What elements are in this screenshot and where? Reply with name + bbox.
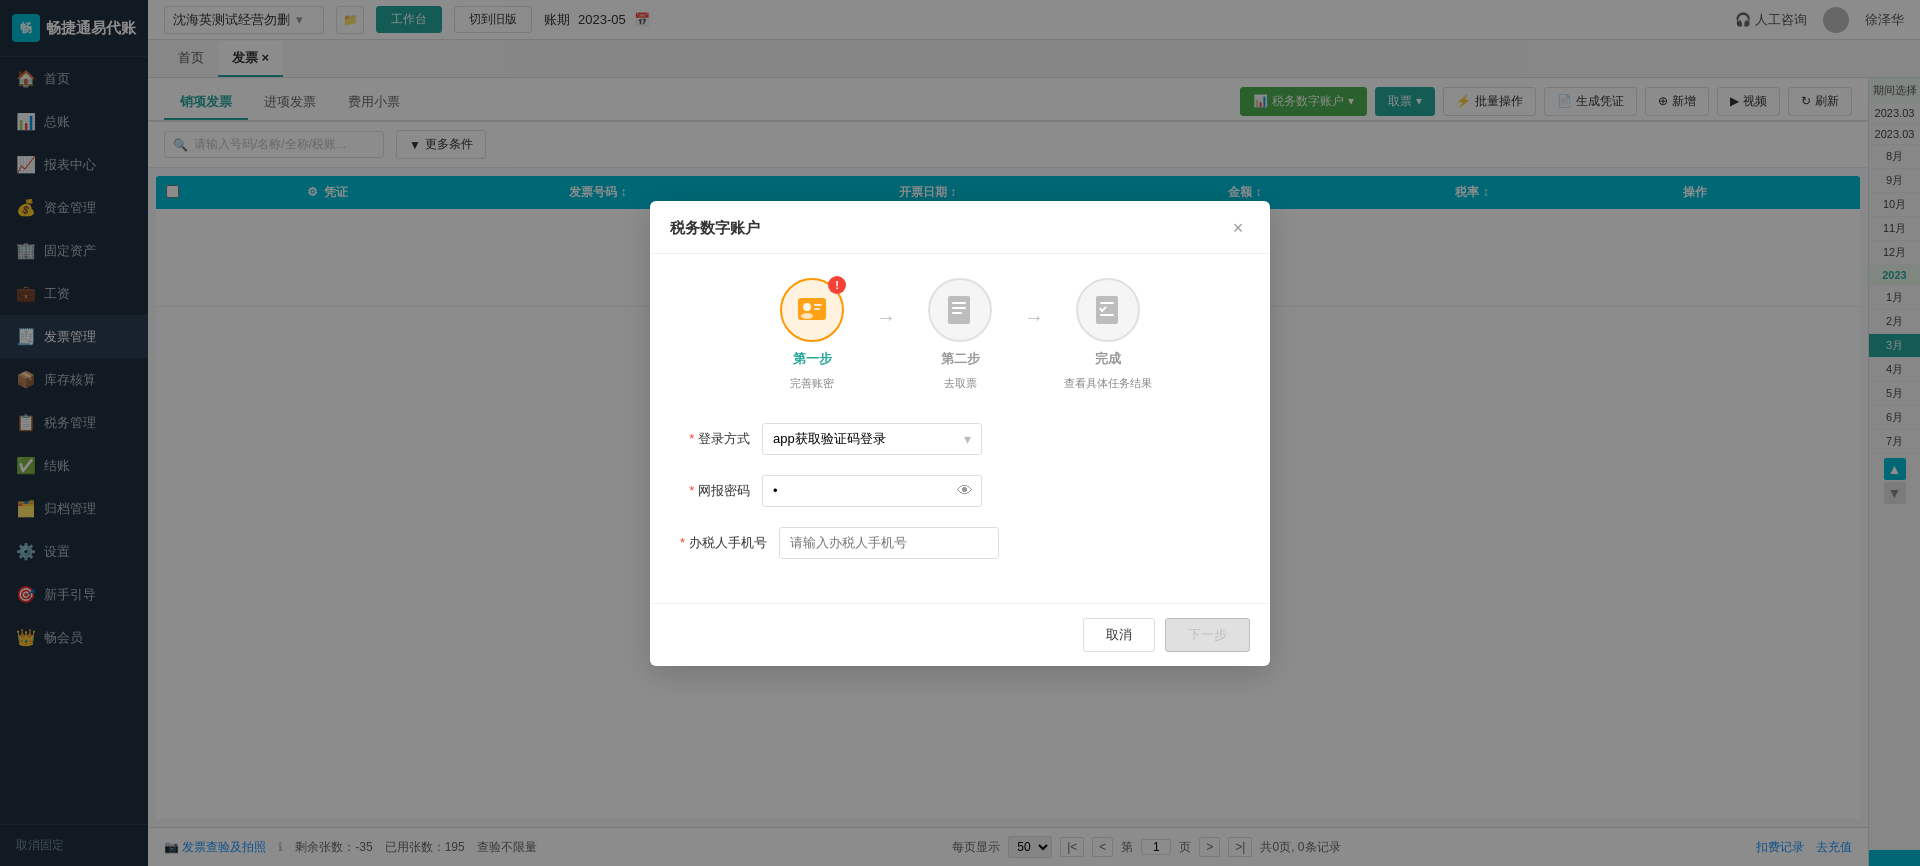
svg-rect-7 <box>952 307 966 309</box>
modal-overlay[interactable]: 税务数字账户 × ! <box>0 0 1920 866</box>
checklist-icon <box>1090 292 1126 328</box>
svg-rect-3 <box>814 308 820 310</box>
login-method-select[interactable]: app获取验证码登录 ▾ <box>762 423 982 455</box>
modal-body: ! 第一步 完善账密 → <box>650 254 1270 603</box>
svg-rect-5 <box>948 296 970 324</box>
modal-header: 税务数字账户 × <box>650 201 1270 254</box>
login-method-label: * 登录方式 <box>680 430 750 448</box>
svg-rect-11 <box>1100 314 1114 316</box>
modal-title: 税务数字账户 <box>670 219 760 238</box>
step-3: 完成 查看具体任务结果 <box>1048 278 1168 391</box>
phone-field-wrap <box>779 527 999 559</box>
svg-rect-6 <box>952 302 966 304</box>
step-2-label: 第二步 <box>941 350 980 368</box>
next-step-button[interactable]: 下一步 <box>1165 618 1250 652</box>
modal-close-btn[interactable]: × <box>1226 217 1250 241</box>
step-3-sublabel: 查看具体任务结果 <box>1064 376 1152 391</box>
step-2-sublabel: 去取票 <box>944 376 977 391</box>
phone-input[interactable] <box>790 535 988 550</box>
password-field-wrap: 👁 <box>762 475 982 507</box>
svg-rect-10 <box>1100 302 1114 304</box>
tax-digital-modal: 税务数字账户 × ! <box>650 201 1270 666</box>
person-card-icon <box>794 292 830 328</box>
step-1: ! 第一步 完善账密 <box>752 278 872 391</box>
login-method-row: * 登录方式 app获取验证码登录 ▾ <box>680 423 1240 455</box>
step-2-icon <box>928 278 992 342</box>
step-1-badge: ! <box>828 276 846 294</box>
steps-row: ! 第一步 完善账密 → <box>680 278 1240 391</box>
svg-point-1 <box>803 303 811 311</box>
document-icon <box>942 292 978 328</box>
svg-point-4 <box>801 313 813 319</box>
password-toggle-icon[interactable]: 👁 <box>957 482 973 500</box>
step-1-icon: ! <box>780 278 844 342</box>
step-connector-2: → <box>1020 278 1048 329</box>
phone-row: * 办税人手机号 <box>680 527 1240 559</box>
step-connector-1: → <box>872 278 900 329</box>
step-3-label: 完成 <box>1095 350 1121 368</box>
svg-rect-8 <box>952 312 962 314</box>
step-2: 第二步 去取票 <box>900 278 1020 391</box>
cancel-button[interactable]: 取消 <box>1083 618 1155 652</box>
svg-rect-9 <box>1096 296 1118 324</box>
password-label: * 网报密码 <box>680 482 750 500</box>
step-3-icon <box>1076 278 1140 342</box>
step-1-label: 第一步 <box>793 350 832 368</box>
step-1-sublabel: 完善账密 <box>790 376 834 391</box>
password-row: * 网报密码 👁 <box>680 475 1240 507</box>
phone-label: * 办税人手机号 <box>680 534 767 552</box>
select-arrow-icon: ▾ <box>964 431 971 447</box>
svg-rect-2 <box>814 304 822 306</box>
login-method-value: app获取验证码登录 <box>773 430 886 448</box>
password-input[interactable] <box>773 483 971 498</box>
modal-footer: 取消 下一步 <box>650 603 1270 666</box>
